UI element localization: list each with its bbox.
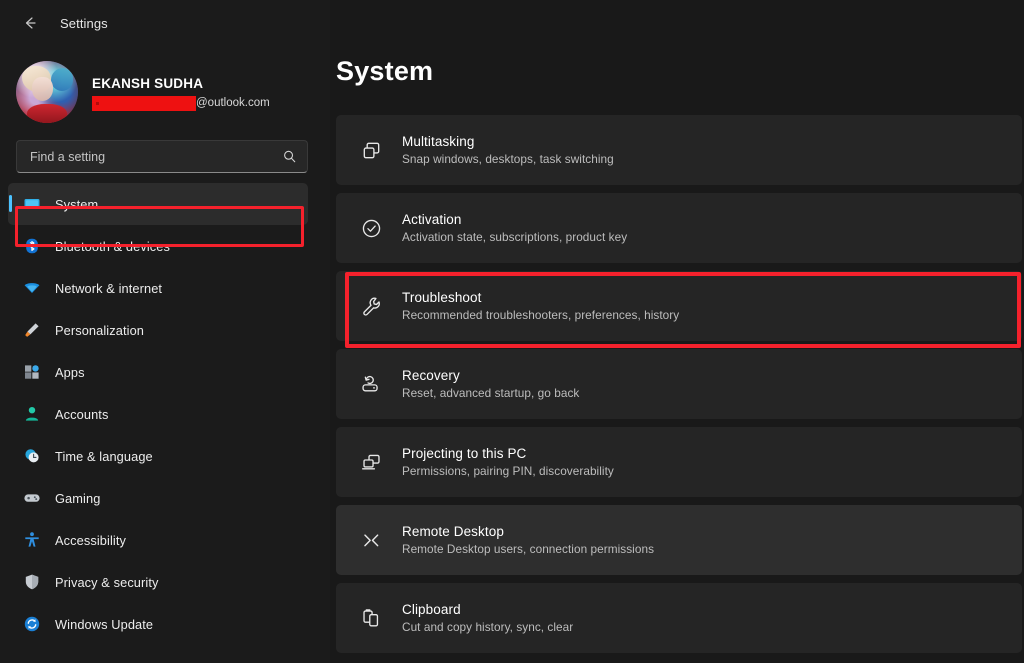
card-text: Multitasking Snap windows, desktops, tas… xyxy=(402,134,614,166)
wrench-icon xyxy=(358,293,384,319)
sidebar-item-windows-update[interactable]: Windows Update xyxy=(8,603,308,645)
sidebar-item-gaming[interactable]: Gaming xyxy=(8,477,308,519)
card-subtitle: Reset, advanced startup, go back xyxy=(402,386,580,400)
remote-desktop-icon xyxy=(358,527,384,553)
card-subtitle: Cut and copy history, sync, clear xyxy=(402,620,574,634)
titlebar: Settings xyxy=(0,0,330,46)
settings-card-projecting-to-this-pc[interactable]: Projecting to this PC Permissions, pairi… xyxy=(336,427,1022,497)
profile-email-suffix: @outlook.com xyxy=(196,97,270,109)
settings-card-list: Multitasking Snap windows, desktops, tas… xyxy=(336,115,1024,653)
sidebar-item-accounts[interactable]: Accounts xyxy=(8,393,308,435)
card-subtitle: Snap windows, desktops, task switching xyxy=(402,152,614,166)
card-title: Clipboard xyxy=(402,602,461,617)
recovery-drive-icon xyxy=(358,371,384,397)
card-title: Multitasking xyxy=(402,134,475,149)
back-arrow-icon[interactable] xyxy=(16,9,44,37)
search-input[interactable] xyxy=(30,149,274,164)
sidebar-item-privacy-security[interactable]: Privacy & security xyxy=(8,561,308,603)
settings-card-recovery[interactable]: Recovery Reset, advanced startup, go bac… xyxy=(336,349,1022,419)
sidebar-item-label: Network & internet xyxy=(55,280,163,296)
card-title: Troubleshoot xyxy=(402,290,482,305)
sidebar-item-label: Accessibility xyxy=(55,532,126,548)
search-icon[interactable] xyxy=(282,149,297,164)
sidebar-item-label: Privacy & security xyxy=(55,574,159,590)
paintbrush-icon xyxy=(22,321,41,340)
wifi-icon xyxy=(22,279,41,298)
sidebar-item-label: Gaming xyxy=(55,490,101,506)
laptop-monitor-icon xyxy=(358,449,384,475)
sidebar-item-label: Bluetooth & devices xyxy=(55,238,171,254)
shield-icon xyxy=(22,573,41,592)
avatar xyxy=(16,61,78,123)
sidebar-item-personalization[interactable]: Personalization xyxy=(8,309,308,351)
sidebar-item-network-internet[interactable]: Network & internet xyxy=(8,267,308,309)
search-box[interactable] xyxy=(16,140,308,173)
sidebar-item-label: Accounts xyxy=(55,406,109,422)
profile-text: EKANSH SUDHA @outlook.com xyxy=(92,74,270,111)
card-text: Clipboard Cut and copy history, sync, cl… xyxy=(402,602,573,634)
main-content: System Multitasking Snap windows, deskto… xyxy=(330,0,1024,663)
profile-name: EKANSH SUDHA xyxy=(92,75,204,91)
sidebar-item-bluetooth-devices[interactable]: Bluetooth & devices xyxy=(8,225,308,267)
card-text: Projecting to this PC Permissions, pairi… xyxy=(402,446,614,478)
profile-email: @outlook.com xyxy=(92,95,270,111)
app-title: Settings xyxy=(60,15,108,31)
check-circle-icon xyxy=(358,215,384,241)
bluetooth-icon xyxy=(22,237,41,256)
overlapping-windows-icon xyxy=(358,137,384,163)
card-title: Projecting to this PC xyxy=(402,446,527,461)
card-subtitle: Recommended troubleshooters, preferences… xyxy=(402,308,680,322)
page-title: System xyxy=(336,56,434,86)
settings-card-activation[interactable]: Activation Activation state, subscriptio… xyxy=(336,193,1022,263)
sidebar: Settings EKANSH SUDHA @outlook.com Find … xyxy=(0,0,330,663)
sidebar-item-time-language[interactable]: Time & language xyxy=(8,435,308,477)
monitor-icon xyxy=(22,195,41,214)
settings-card-troubleshoot[interactable]: Troubleshoot Recommended troubleshooters… xyxy=(336,271,1022,341)
card-text: Recovery Reset, advanced startup, go bac… xyxy=(402,368,579,400)
settings-card-clipboard[interactable]: Clipboard Cut and copy history, sync, cl… xyxy=(336,583,1022,653)
card-text: Remote Desktop Remote Desktop users, con… xyxy=(402,524,654,556)
clock-icon xyxy=(22,447,41,466)
card-text: Activation Activation state, subscriptio… xyxy=(402,212,627,244)
card-text: Troubleshoot Recommended troubleshooters… xyxy=(402,290,679,322)
sidebar-item-label: Apps xyxy=(55,364,85,380)
card-title: Activation xyxy=(402,212,462,227)
settings-card-multitasking[interactable]: Multitasking Snap windows, desktops, tas… xyxy=(336,115,1022,185)
gamepad-icon xyxy=(22,489,41,508)
sidebar-item-apps[interactable]: Apps xyxy=(8,351,308,393)
card-subtitle: Activation state, subscriptions, product… xyxy=(402,230,628,244)
clipboard-icon xyxy=(358,605,384,631)
sidebar-nav: System Bluetooth & devices Network & int… xyxy=(0,173,330,645)
apps-grid-icon xyxy=(22,363,41,382)
sidebar-item-system[interactable]: System xyxy=(8,183,308,225)
redaction-bar xyxy=(92,95,196,111)
card-title: Recovery xyxy=(402,368,460,383)
card-subtitle: Remote Desktop users, connection permiss… xyxy=(402,542,655,556)
settings-card-remote-desktop[interactable]: Remote Desktop Remote Desktop users, con… xyxy=(336,505,1022,575)
person-icon xyxy=(22,405,41,424)
sidebar-item-label: Windows Update xyxy=(55,616,154,632)
sidebar-item-label: Personalization xyxy=(55,322,144,338)
sidebar-item-label: System xyxy=(55,196,99,212)
sidebar-item-accessibility[interactable]: Accessibility xyxy=(8,519,308,561)
user-profile[interactable]: EKANSH SUDHA @outlook.com xyxy=(0,46,330,124)
search-wrapper xyxy=(0,124,330,173)
refresh-circle-icon xyxy=(22,615,41,634)
sidebar-item-label: Time & language xyxy=(55,448,153,464)
settings-window: Settings EKANSH SUDHA @outlook.com Find … xyxy=(0,0,1024,663)
accessibility-person-icon xyxy=(22,531,41,550)
card-title: Remote Desktop xyxy=(402,524,504,539)
card-subtitle: Permissions, pairing PIN, discoverabilit… xyxy=(402,464,614,478)
